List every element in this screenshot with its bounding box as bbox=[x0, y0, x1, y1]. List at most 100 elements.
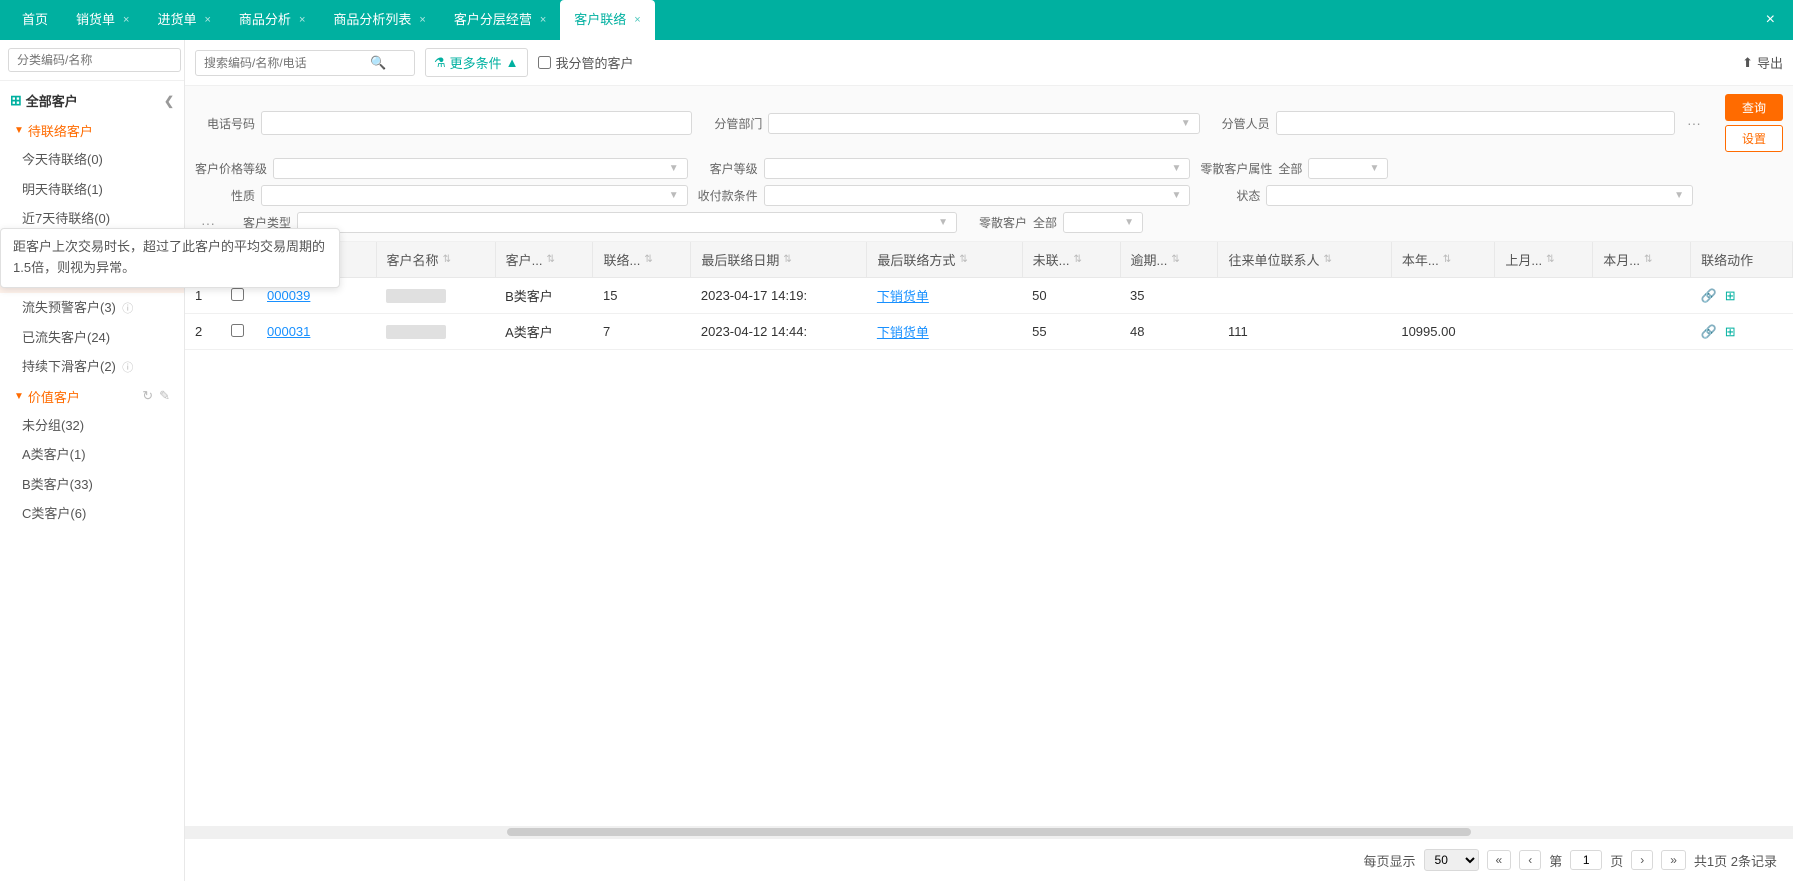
person-dots-btn[interactable]: ··· bbox=[1681, 113, 1707, 133]
nav-sales[interactable]: 销货单 × bbox=[62, 0, 143, 40]
filter-price-level-select[interactable]: ▼ bbox=[273, 158, 688, 179]
filter-search-box: 🔍 bbox=[195, 50, 415, 76]
filter-customer-level-select[interactable]: ▼ bbox=[764, 158, 1191, 179]
filter-nature-select[interactable]: ▼ bbox=[261, 185, 688, 206]
sidebar-class-c[interactable]: C类客户(6) bbox=[0, 499, 184, 529]
filter-retail-attr-select[interactable]: ▼ bbox=[1308, 158, 1388, 179]
left-sidebar: 🔍 ⊞ 全部客户 ❮ ▼ 待联络客户 今天待联络(0) 明天待联络(1) 近7 bbox=[0, 40, 185, 881]
sidebar-value-customers-header[interactable]: ▼ 价值客户 ↻ ✎ bbox=[0, 382, 184, 411]
sidebar-loss-warning[interactable]: 流失预警客户(3) ⓘ bbox=[0, 293, 184, 323]
close-customer-tier-tab[interactable]: × bbox=[540, 0, 546, 40]
sidebar-class-b[interactable]: B类客户(33) bbox=[0, 470, 184, 500]
set-button[interactable]: 设置 bbox=[1725, 125, 1783, 152]
filter-dept-select[interactable]: ▼ bbox=[768, 113, 1199, 134]
close-product-analysis-tab[interactable]: × bbox=[299, 0, 305, 40]
filter-customer-type-field: 客户类型 ▼ bbox=[231, 212, 957, 233]
filter-status-field: 状态 ▼ bbox=[1200, 185, 1693, 206]
row-checkbox-0[interactable] bbox=[231, 288, 244, 301]
last-page-button[interactable]: » bbox=[1661, 850, 1686, 870]
filter-status-select[interactable]: ▼ bbox=[1266, 185, 1693, 206]
sidebar-class-a[interactable]: A类客户(1) bbox=[0, 440, 184, 470]
contact-person-1: 111 bbox=[1228, 324, 1248, 339]
window-close-button[interactable]: × bbox=[1756, 11, 1785, 29]
grid-action-icon-1[interactable]: ⊞ bbox=[1725, 324, 1736, 340]
filter-retail-customer-select[interactable]: ▼ bbox=[1063, 212, 1143, 233]
filter-person-label: 分管人员 bbox=[1210, 115, 1270, 132]
unlisted-0: 50 bbox=[1032, 288, 1046, 303]
pagination-bar: 每页显示 50 100 200 « ‹ 第 页 › » 共1页 2条记录 bbox=[185, 838, 1793, 881]
chevron-down-icon-9: ▼ bbox=[1124, 217, 1134, 228]
top-navigation: 首页 销货单 × 进货单 × 商品分析 × 商品分析列表 × 客户分层经营 × … bbox=[0, 0, 1793, 40]
sidebar-unclassified[interactable]: 未分组(32) bbox=[0, 411, 184, 441]
my-customers-checkbox[interactable] bbox=[538, 56, 551, 69]
chevron-down-icon-7: ▼ bbox=[1674, 190, 1684, 201]
more-conditions-btn[interactable]: ⚗ 更多条件 ▲ bbox=[425, 48, 528, 77]
nav-home[interactable]: 首页 bbox=[8, 0, 62, 40]
close-product-list-tab[interactable]: × bbox=[419, 0, 425, 40]
filter-customer-level-field: 客户等级 ▼ bbox=[698, 158, 1191, 179]
sidebar-all-customers-header[interactable]: ⊞ 全部客户 ❮ bbox=[0, 85, 184, 116]
filter-status-label: 状态 bbox=[1200, 187, 1260, 204]
query-button[interactable]: 查询 bbox=[1725, 94, 1783, 121]
filter-retail-customer-field: 零散客户 全部 ▼ bbox=[967, 212, 1693, 233]
th-this-month: 本月... ⇅ bbox=[1593, 242, 1691, 278]
next-page-button[interactable]: › bbox=[1631, 850, 1653, 870]
customer-code-1[interactable]: 000031 bbox=[267, 324, 310, 339]
customer-level-1: A类客户 bbox=[505, 325, 553, 340]
customer-level-0: B类客户 bbox=[505, 289, 553, 304]
scrollbar-thumb[interactable] bbox=[507, 828, 1472, 836]
per-page-select[interactable]: 50 100 200 bbox=[1424, 849, 1479, 871]
nav-customer-tier[interactable]: 客户分层经营 × bbox=[440, 0, 560, 40]
last-contact-method-0[interactable]: 下销货单 bbox=[877, 289, 929, 304]
nav-customer-contact[interactable]: 客户联络 × bbox=[560, 0, 654, 40]
first-page-button[interactable]: « bbox=[1487, 850, 1512, 870]
sidebar-continue-decline[interactable]: 持续下滑客户(2) ⓘ bbox=[0, 352, 184, 382]
sidebar-search-area: 🔍 bbox=[0, 40, 184, 81]
page-number-input[interactable] bbox=[1570, 850, 1602, 870]
link-action-icon-1[interactable]: 🔗 bbox=[1701, 324, 1717, 340]
filter-phone-input[interactable] bbox=[261, 111, 692, 135]
refresh-icon[interactable]: ↻ bbox=[142, 388, 153, 404]
table-header-row: ⚙ 客户编码 ⇅ bbox=[185, 242, 1793, 278]
close-purchase-tab[interactable]: × bbox=[204, 0, 210, 40]
filter-price-level-field: 客户价格等级 ▼ bbox=[195, 158, 688, 179]
sidebar-pending-contact-header[interactable]: ▼ 待联络客户 bbox=[0, 116, 184, 145]
filter-action-buttons: 查询 设置 bbox=[1725, 94, 1783, 152]
prev-page-button[interactable]: ‹ bbox=[1519, 850, 1541, 870]
nav-purchase[interactable]: 进货单 × bbox=[143, 0, 224, 40]
filter-search-input[interactable] bbox=[204, 56, 364, 70]
my-customers-filter: 我分管的客户 bbox=[538, 53, 634, 72]
right-content: 🔍 ⚗ 更多条件 ▲ 我分管的客户 ⬆ 导出 电话号码 bbox=[185, 40, 1793, 881]
filter-person-input[interactable] bbox=[1276, 111, 1675, 135]
sidebar-search-input[interactable] bbox=[8, 48, 181, 72]
per-page-label: 每页显示 bbox=[1364, 851, 1416, 870]
export-icon: ⬆ bbox=[1742, 55, 1753, 71]
page-suffix: 页 bbox=[1610, 851, 1623, 870]
sidebar-already-lost[interactable]: 已流失客户(24) bbox=[0, 323, 184, 353]
filter-customer-type-select[interactable]: ▼ bbox=[297, 212, 957, 233]
info-icon-2: ⓘ bbox=[122, 303, 133, 315]
row-checkbox-1[interactable] bbox=[231, 324, 244, 337]
nav-product-analysis[interactable]: 商品分析 × bbox=[225, 0, 319, 40]
customer-code-0[interactable]: 000039 bbox=[267, 288, 310, 303]
horizontal-scrollbar[interactable] bbox=[185, 826, 1793, 838]
contact-count-0: 15 bbox=[603, 288, 617, 303]
th-last-contact-method: 最后联络方式 ⇅ bbox=[867, 242, 1022, 278]
chevron-down-icon-4: ▼ bbox=[1369, 163, 1379, 174]
filter-icon: ⚗ bbox=[434, 55, 446, 71]
last-contact-method-1[interactable]: 下销货单 bbox=[877, 325, 929, 340]
filter-retail-customer-inline-label: 全部 bbox=[1033, 214, 1057, 231]
close-sales-tab[interactable]: × bbox=[123, 0, 129, 40]
link-action-icon-0[interactable]: 🔗 bbox=[1701, 288, 1717, 304]
nav-product-analysis-list[interactable]: 商品分析列表 × bbox=[319, 0, 439, 40]
grid-action-icon-0[interactable]: ⊞ bbox=[1725, 288, 1736, 304]
sort-icon-this-month: ⇅ bbox=[1644, 254, 1652, 265]
sidebar-tomorrow-pending[interactable]: 明天待联络(1) bbox=[0, 175, 184, 205]
sort-icon-overdue: ⇅ bbox=[1171, 254, 1179, 265]
close-customer-contact-tab[interactable]: × bbox=[634, 0, 640, 40]
edit-icon[interactable]: ✎ bbox=[159, 388, 170, 404]
filter-payment-select[interactable]: ▼ bbox=[764, 185, 1191, 206]
sort-icon-last-month: ⇅ bbox=[1546, 254, 1554, 265]
sidebar-today-pending[interactable]: 今天待联络(0) bbox=[0, 145, 184, 175]
export-button[interactable]: ⬆ 导出 bbox=[1742, 53, 1783, 72]
